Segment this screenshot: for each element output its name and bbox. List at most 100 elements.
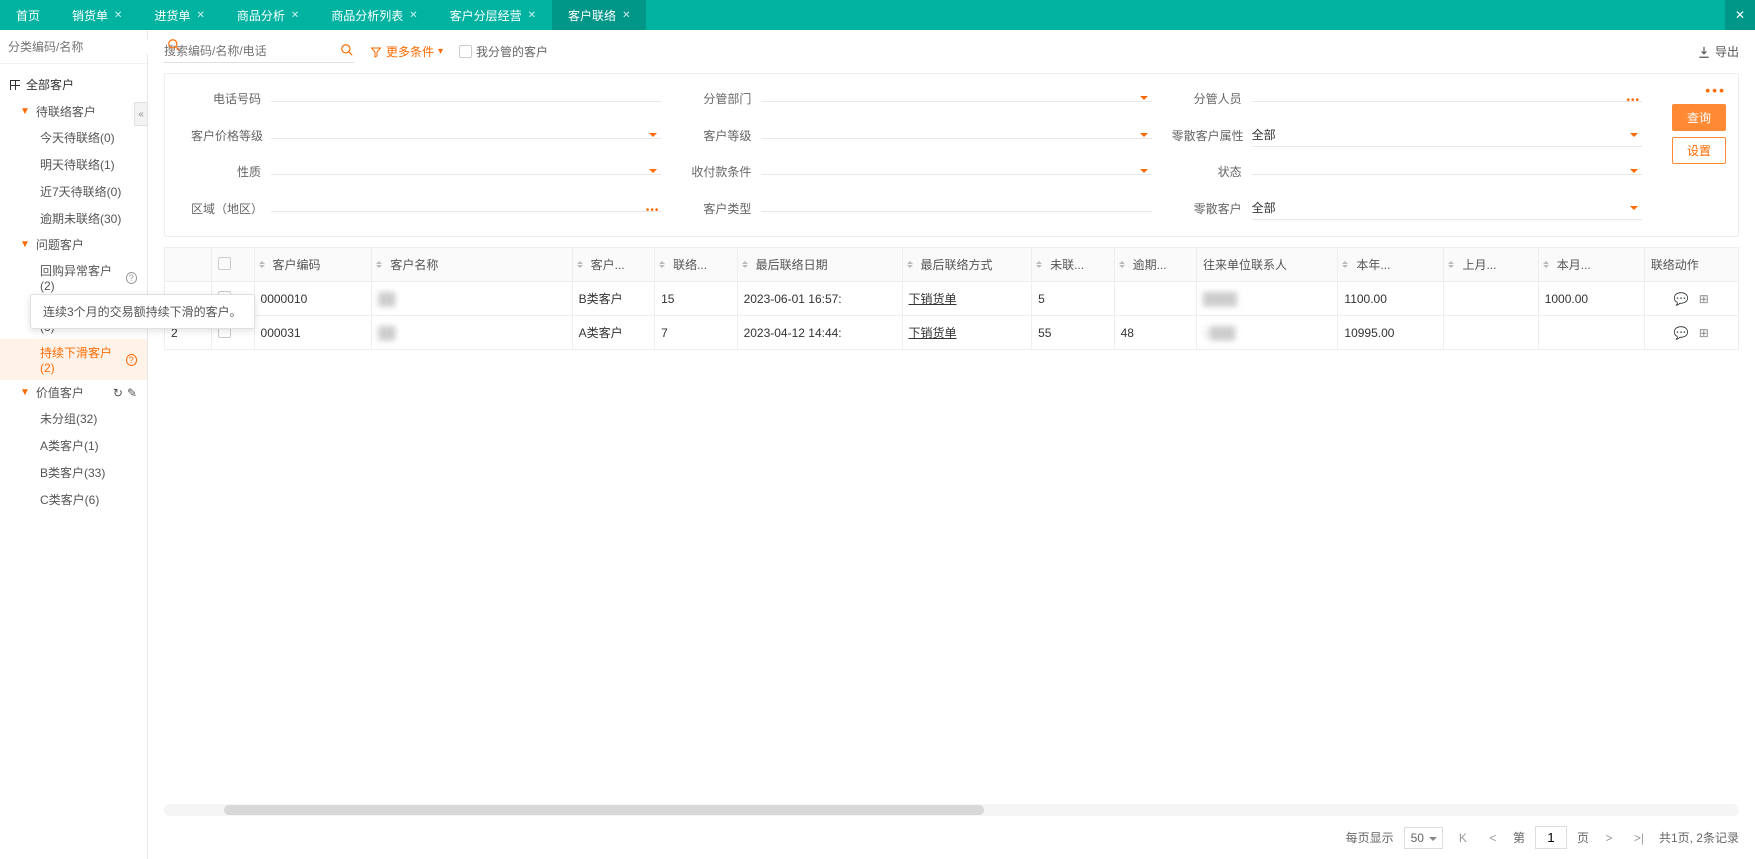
col-last-contact-date[interactable]: 最后联络日期 bbox=[737, 248, 902, 282]
tab-sales-order[interactable]: 销货单✕ bbox=[56, 0, 138, 30]
next-page-button[interactable]: > bbox=[1599, 828, 1619, 848]
filter-input-price-level[interactable] bbox=[271, 132, 661, 139]
sort-icon[interactable] bbox=[259, 259, 267, 271]
help-icon[interactable]: ? bbox=[126, 272, 137, 284]
refresh-icon[interactable]: ↻ bbox=[113, 386, 123, 400]
col-contact-person[interactable]: 往来单位联系人 bbox=[1197, 248, 1338, 282]
close-icon[interactable]: ✕ bbox=[114, 10, 122, 21]
col-last-contact-method[interactable]: 最后联络方式 bbox=[902, 248, 1032, 282]
sort-icon[interactable] bbox=[1119, 259, 1127, 271]
scrollbar-thumb[interactable] bbox=[224, 805, 984, 815]
close-icon[interactable]: ✕ bbox=[622, 10, 630, 21]
filter-input-cust-level[interactable] bbox=[761, 132, 1151, 139]
tab-home[interactable]: 首页 bbox=[0, 0, 56, 30]
table-row[interactable]: 1 0000010 ██ B类客户 15 2023-06-01 16:57: 下… bbox=[165, 282, 1739, 316]
sort-icon[interactable] bbox=[742, 259, 750, 271]
last-page-button[interactable]: >| bbox=[1629, 828, 1649, 848]
qrcode-icon[interactable]: ⊞ bbox=[1699, 292, 1709, 306]
tab-customer-tier[interactable]: 客户分层经营✕ bbox=[434, 0, 552, 30]
col-no-contact[interactable]: 未联... bbox=[1032, 248, 1114, 282]
sort-icon[interactable] bbox=[907, 259, 915, 271]
sort-icon[interactable] bbox=[376, 259, 384, 271]
tree-item-tomorrow[interactable]: 明天待联络(1) bbox=[0, 151, 147, 178]
col-overdue[interactable]: 逾期... bbox=[1114, 248, 1196, 282]
filter-label-payment: 收付款条件 bbox=[681, 163, 761, 180]
sort-icon[interactable] bbox=[1036, 259, 1044, 271]
table-row[interactable]: 2 000031 ██ A类客户 7 2023-04-12 14:44: 下销货… bbox=[165, 316, 1739, 350]
filter-input-cust-type[interactable] bbox=[761, 205, 1151, 212]
filter-input-dept[interactable] bbox=[761, 95, 1151, 102]
filter-input-status[interactable] bbox=[1252, 168, 1642, 175]
chat-icon[interactable]: 💬 bbox=[1674, 326, 1689, 340]
sort-icon[interactable] bbox=[1543, 259, 1551, 271]
filter-input-retail[interactable]: 全部 bbox=[1252, 196, 1642, 220]
tree-group-value-customers[interactable]: ▼ 价值客户 ↻ ✎ bbox=[0, 380, 147, 405]
sort-icon[interactable] bbox=[577, 259, 585, 271]
chat-icon[interactable]: 💬 bbox=[1674, 292, 1689, 306]
sort-icon[interactable] bbox=[1342, 259, 1350, 271]
filter-input-retail-attr[interactable]: 全部 bbox=[1252, 123, 1642, 147]
filter-input-payment[interactable] bbox=[761, 168, 1151, 175]
checkbox-icon[interactable] bbox=[218, 257, 231, 270]
search-input[interactable] bbox=[164, 40, 340, 62]
col-checkbox[interactable] bbox=[212, 248, 254, 282]
close-icon[interactable]: ✕ bbox=[291, 10, 299, 21]
table-container[interactable]: 客户编码 客户名称 客户... 联络... 最后联络日期 最后联络方式 未联..… bbox=[164, 247, 1739, 800]
qrcode-icon[interactable]: ⊞ bbox=[1699, 326, 1709, 340]
tree-group-pending-contact[interactable]: ▼ 待联络客户 bbox=[0, 99, 147, 124]
more-filter-button[interactable]: 更多条件 ▾ bbox=[370, 43, 443, 60]
first-page-button[interactable]: K bbox=[1453, 828, 1473, 848]
edit-icon[interactable]: ✎ bbox=[127, 386, 137, 400]
tab-product-analysis-list[interactable]: 商品分析列表✕ bbox=[315, 0, 433, 30]
cell-last-method[interactable]: 下销货单 bbox=[902, 316, 1032, 350]
prev-page-button[interactable]: < bbox=[1483, 828, 1503, 848]
my-customers-checkbox[interactable]: 我分管的客户 bbox=[459, 43, 548, 60]
col-customer-name[interactable]: 客户名称 bbox=[372, 248, 572, 282]
query-button[interactable]: 查询 bbox=[1672, 104, 1726, 131]
sort-icon[interactable] bbox=[1448, 259, 1456, 271]
search-icon[interactable] bbox=[163, 38, 181, 55]
col-actions[interactable]: 联络动作 bbox=[1644, 248, 1738, 282]
tab-customer-contact[interactable]: 客户联络✕ bbox=[552, 0, 646, 30]
tree-item-ungrouped[interactable]: 未分组(32) bbox=[0, 405, 147, 432]
search-icon[interactable] bbox=[340, 43, 354, 60]
filter-input-phone[interactable] bbox=[271, 95, 661, 102]
filter-input-nature[interactable] bbox=[271, 168, 661, 175]
close-icon[interactable]: ✕ bbox=[528, 10, 536, 21]
col-this-year[interactable]: 本年... bbox=[1338, 248, 1444, 282]
close-icon[interactable]: ✕ bbox=[409, 10, 417, 21]
tree-item-today[interactable]: 今天待联络(0) bbox=[0, 124, 147, 151]
col-customer-code[interactable]: 客户编码 bbox=[254, 248, 372, 282]
col-contact-count[interactable]: 联络... bbox=[655, 248, 737, 282]
sidebar-search-input[interactable] bbox=[8, 40, 163, 54]
collapse-sidebar-button[interactable]: « bbox=[134, 102, 148, 126]
tree-group-problem-customers[interactable]: ▼ 问题客户 bbox=[0, 232, 147, 257]
tab-product-analysis[interactable]: 商品分析✕ bbox=[221, 0, 315, 30]
per-page-select[interactable]: 50 bbox=[1404, 827, 1443, 849]
more-options-button[interactable]: ••• bbox=[1705, 82, 1726, 98]
tree-item-declining[interactable]: 持续下滑客户(2)? bbox=[0, 339, 147, 380]
close-icon[interactable]: ✕ bbox=[196, 10, 204, 21]
tree-item-class-c[interactable]: C类客户(6) bbox=[0, 486, 147, 513]
tree-item-7days[interactable]: 近7天待联络(0) bbox=[0, 178, 147, 205]
tab-purchase-order[interactable]: 进货单✕ bbox=[138, 0, 220, 30]
tree-item-class-a[interactable]: A类客户(1) bbox=[0, 432, 147, 459]
sort-icon[interactable] bbox=[659, 259, 667, 271]
page-input[interactable] bbox=[1535, 826, 1567, 849]
settings-button[interactable]: 设置 bbox=[1672, 137, 1726, 164]
col-customer-level[interactable]: 客户... bbox=[572, 248, 654, 282]
help-icon[interactable]: ? bbox=[126, 354, 137, 366]
col-this-month[interactable]: 本月... bbox=[1538, 248, 1644, 282]
tree-item-overdue[interactable]: 逾期未联络(30) bbox=[0, 205, 147, 232]
col-last-month[interactable]: 上月... bbox=[1444, 248, 1538, 282]
horizontal-scrollbar[interactable] bbox=[164, 804, 1739, 816]
tree-item-repurchase-abnormal[interactable]: 回购异常客户(2)? bbox=[0, 257, 147, 298]
filter-input-staff[interactable] bbox=[1252, 95, 1642, 102]
tree-root-all-customers[interactable]: 全部客户 bbox=[0, 70, 147, 99]
col-rownum[interactable] bbox=[165, 248, 212, 282]
tree-item-class-b[interactable]: B类客户(33) bbox=[0, 459, 147, 486]
export-button[interactable]: 导出 bbox=[1697, 43, 1739, 60]
filter-input-region[interactable] bbox=[271, 205, 661, 212]
cell-last-method[interactable]: 下销货单 bbox=[902, 282, 1032, 316]
close-all-tabs[interactable]: ✕ bbox=[1725, 0, 1755, 30]
